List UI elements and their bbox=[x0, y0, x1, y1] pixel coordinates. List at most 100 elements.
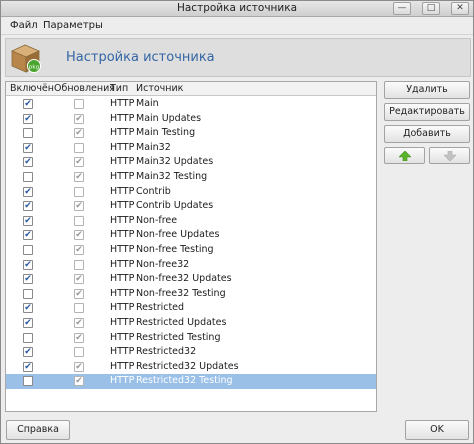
type-cell: HTTP bbox=[110, 375, 135, 387]
table-row[interactable]: ✔ HTTP Restricted32 Testing bbox=[6, 374, 376, 389]
enabled-checkbox[interactable]: ✔ bbox=[23, 318, 33, 328]
column-enabled[interactable]: Включён bbox=[10, 83, 54, 94]
enabled-checkbox[interactable]: ✔ bbox=[23, 201, 33, 212]
table-row[interactable]: ✔ HTTP Restricted bbox=[6, 301, 376, 316]
source-cell: Non-free32 bbox=[136, 258, 190, 270]
updates-checkbox[interactable]: ✔ bbox=[74, 157, 84, 168]
enabled-checkbox[interactable] bbox=[23, 288, 33, 299]
updates-checkbox[interactable]: ✔ bbox=[74, 332, 84, 343]
enabled-checkbox[interactable]: ✔ bbox=[23, 274, 33, 285]
type-cell: HTTP bbox=[110, 317, 135, 328]
enabled-checkbox[interactable]: ✔ bbox=[23, 259, 33, 270]
column-updates[interactable]: Обновления bbox=[54, 83, 115, 94]
table-row[interactable]: ✔ HTTP Restricted Testing bbox=[6, 331, 376, 346]
source-cell: Main32 Testing bbox=[136, 171, 208, 182]
type-cell: HTTP bbox=[110, 258, 135, 270]
updates-checkbox[interactable]: ✔ bbox=[74, 172, 84, 182]
table-row[interactable]: ✔ ✔ HTTP Restricted Updates bbox=[6, 316, 376, 331]
enabled-checkbox[interactable]: ✔ bbox=[23, 142, 33, 153]
table-row[interactable]: ✔ HTTP Main32 bbox=[6, 141, 376, 156]
enabled-checkbox[interactable]: ✔ bbox=[23, 230, 33, 241]
help-button[interactable]: Справка bbox=[6, 420, 70, 440]
package-icon: pkg bbox=[11, 44, 41, 73]
enabled-checkbox[interactable]: ✔ bbox=[23, 361, 33, 372]
enabled-checkbox[interactable]: ✔ bbox=[23, 215, 33, 226]
table-row[interactable]: ✔ HTTP Non-free32 bbox=[6, 258, 376, 273]
updates-checkbox[interactable] bbox=[74, 186, 84, 197]
type-cell: HTTP bbox=[110, 214, 135, 226]
maximize-button[interactable]: □ bbox=[422, 2, 440, 15]
table-row[interactable]: ✔ HTTP Non-free Testing bbox=[6, 243, 376, 258]
updates-checkbox[interactable]: ✔ bbox=[74, 274, 84, 285]
table-row[interactable]: ✔ HTTP Non-free bbox=[6, 214, 376, 229]
sources-table: Включён Обновления Тип Источник ✔ HTTP Mai… bbox=[5, 81, 377, 412]
close-button[interactable]: ✕ bbox=[451, 2, 469, 15]
source-cell: Contrib Updates bbox=[136, 200, 214, 212]
table-row[interactable]: ✔ HTTP Contrib bbox=[6, 185, 376, 200]
source-cell: Main bbox=[136, 98, 159, 109]
source-cell: Non-free32 Testing bbox=[136, 287, 226, 299]
table-row[interactable]: ✔ ✔ HTTP Main Updates bbox=[6, 112, 376, 127]
updates-checkbox[interactable] bbox=[74, 347, 84, 358]
updates-checkbox[interactable]: ✔ bbox=[74, 245, 84, 255]
column-source[interactable]: Источник bbox=[136, 83, 183, 94]
source-cell: Restricted32 Updates bbox=[136, 360, 239, 372]
table-row[interactable]: ✔ ✔ HTTP Contrib Updates bbox=[6, 199, 376, 214]
table-row[interactable]: ✔ HTTP Main bbox=[6, 97, 376, 112]
arrow-down-icon bbox=[444, 151, 456, 161]
type-cell: HTTP bbox=[110, 331, 135, 343]
table-row[interactable]: ✔ ✔ HTTP Restricted32 Updates bbox=[6, 360, 376, 375]
updates-checkbox[interactable]: ✔ bbox=[74, 201, 84, 212]
enabled-checkbox[interactable] bbox=[23, 245, 33, 255]
source-cell: Non-free Updates bbox=[136, 229, 220, 241]
enabled-checkbox[interactable]: ✔ bbox=[23, 303, 33, 314]
menu-file[interactable]: Файл bbox=[10, 20, 38, 31]
enabled-checkbox[interactable]: ✔ bbox=[23, 99, 33, 109]
table-row[interactable]: ✔ ✔ HTTP Non-free Updates bbox=[6, 228, 376, 243]
updates-checkbox[interactable] bbox=[74, 215, 84, 226]
enabled-checkbox[interactable] bbox=[23, 332, 33, 343]
updates-checkbox[interactable] bbox=[74, 142, 84, 153]
updates-checkbox[interactable]: ✔ bbox=[74, 318, 84, 328]
updates-checkbox[interactable]: ✔ bbox=[74, 376, 84, 387]
enabled-checkbox[interactable] bbox=[23, 172, 33, 182]
type-cell: HTTP bbox=[110, 346, 135, 358]
ok-button[interactable]: OK bbox=[405, 420, 469, 440]
menu-bar: Файл Параметры bbox=[1, 18, 473, 35]
enabled-checkbox[interactable] bbox=[23, 376, 33, 387]
table-row[interactable]: ✔ HTTP Main Testing bbox=[6, 126, 376, 141]
updates-checkbox[interactable] bbox=[74, 259, 84, 270]
type-cell: HTTP bbox=[110, 141, 135, 153]
enabled-checkbox[interactable]: ✔ bbox=[23, 157, 33, 168]
add-button[interactable]: Добавить bbox=[384, 125, 470, 143]
table-row[interactable]: ✔ HTTP Restricted32 bbox=[6, 345, 376, 360]
enabled-checkbox[interactable]: ✔ bbox=[23, 347, 33, 358]
enabled-checkbox[interactable]: ✔ bbox=[23, 113, 33, 124]
updates-checkbox[interactable]: ✔ bbox=[74, 288, 84, 299]
source-cell: Main Updates bbox=[136, 112, 202, 124]
source-settings-window: Настройка источника — □ ✕ Файл Параметры… bbox=[0, 0, 474, 444]
enabled-checkbox[interactable] bbox=[23, 128, 33, 139]
updates-checkbox[interactable] bbox=[74, 99, 84, 109]
title-bar[interactable]: Настройка источника — □ ✕ bbox=[1, 1, 473, 17]
type-cell: HTTP bbox=[110, 185, 135, 197]
updates-checkbox[interactable]: ✔ bbox=[74, 113, 84, 124]
type-cell: HTTP bbox=[110, 156, 135, 168]
minimize-button[interactable]: — bbox=[393, 2, 411, 15]
move-up-button[interactable] bbox=[384, 147, 425, 164]
table-row[interactable]: ✔ HTTP Non-free32 Testing bbox=[6, 287, 376, 302]
table-row[interactable]: ✔ ✔ HTTP Non-free32 Updates bbox=[6, 272, 376, 287]
table-row[interactable]: ✔ HTTP Main32 Testing bbox=[6, 170, 376, 185]
updates-checkbox[interactable]: ✔ bbox=[74, 230, 84, 241]
column-type[interactable]: Тип bbox=[110, 83, 128, 94]
edit-button[interactable]: Редактировать bbox=[384, 103, 470, 121]
move-down-button[interactable] bbox=[429, 147, 470, 164]
table-row[interactable]: ✔ ✔ HTTP Main32 Updates bbox=[6, 155, 376, 170]
maximize-icon: □ bbox=[426, 3, 436, 13]
updates-checkbox[interactable]: ✔ bbox=[74, 361, 84, 372]
delete-button[interactable]: Удалить bbox=[384, 81, 470, 99]
updates-checkbox[interactable] bbox=[74, 303, 84, 314]
enabled-checkbox[interactable]: ✔ bbox=[23, 186, 33, 197]
menu-parameters[interactable]: Параметры bbox=[43, 20, 103, 31]
updates-checkbox[interactable]: ✔ bbox=[74, 128, 84, 139]
